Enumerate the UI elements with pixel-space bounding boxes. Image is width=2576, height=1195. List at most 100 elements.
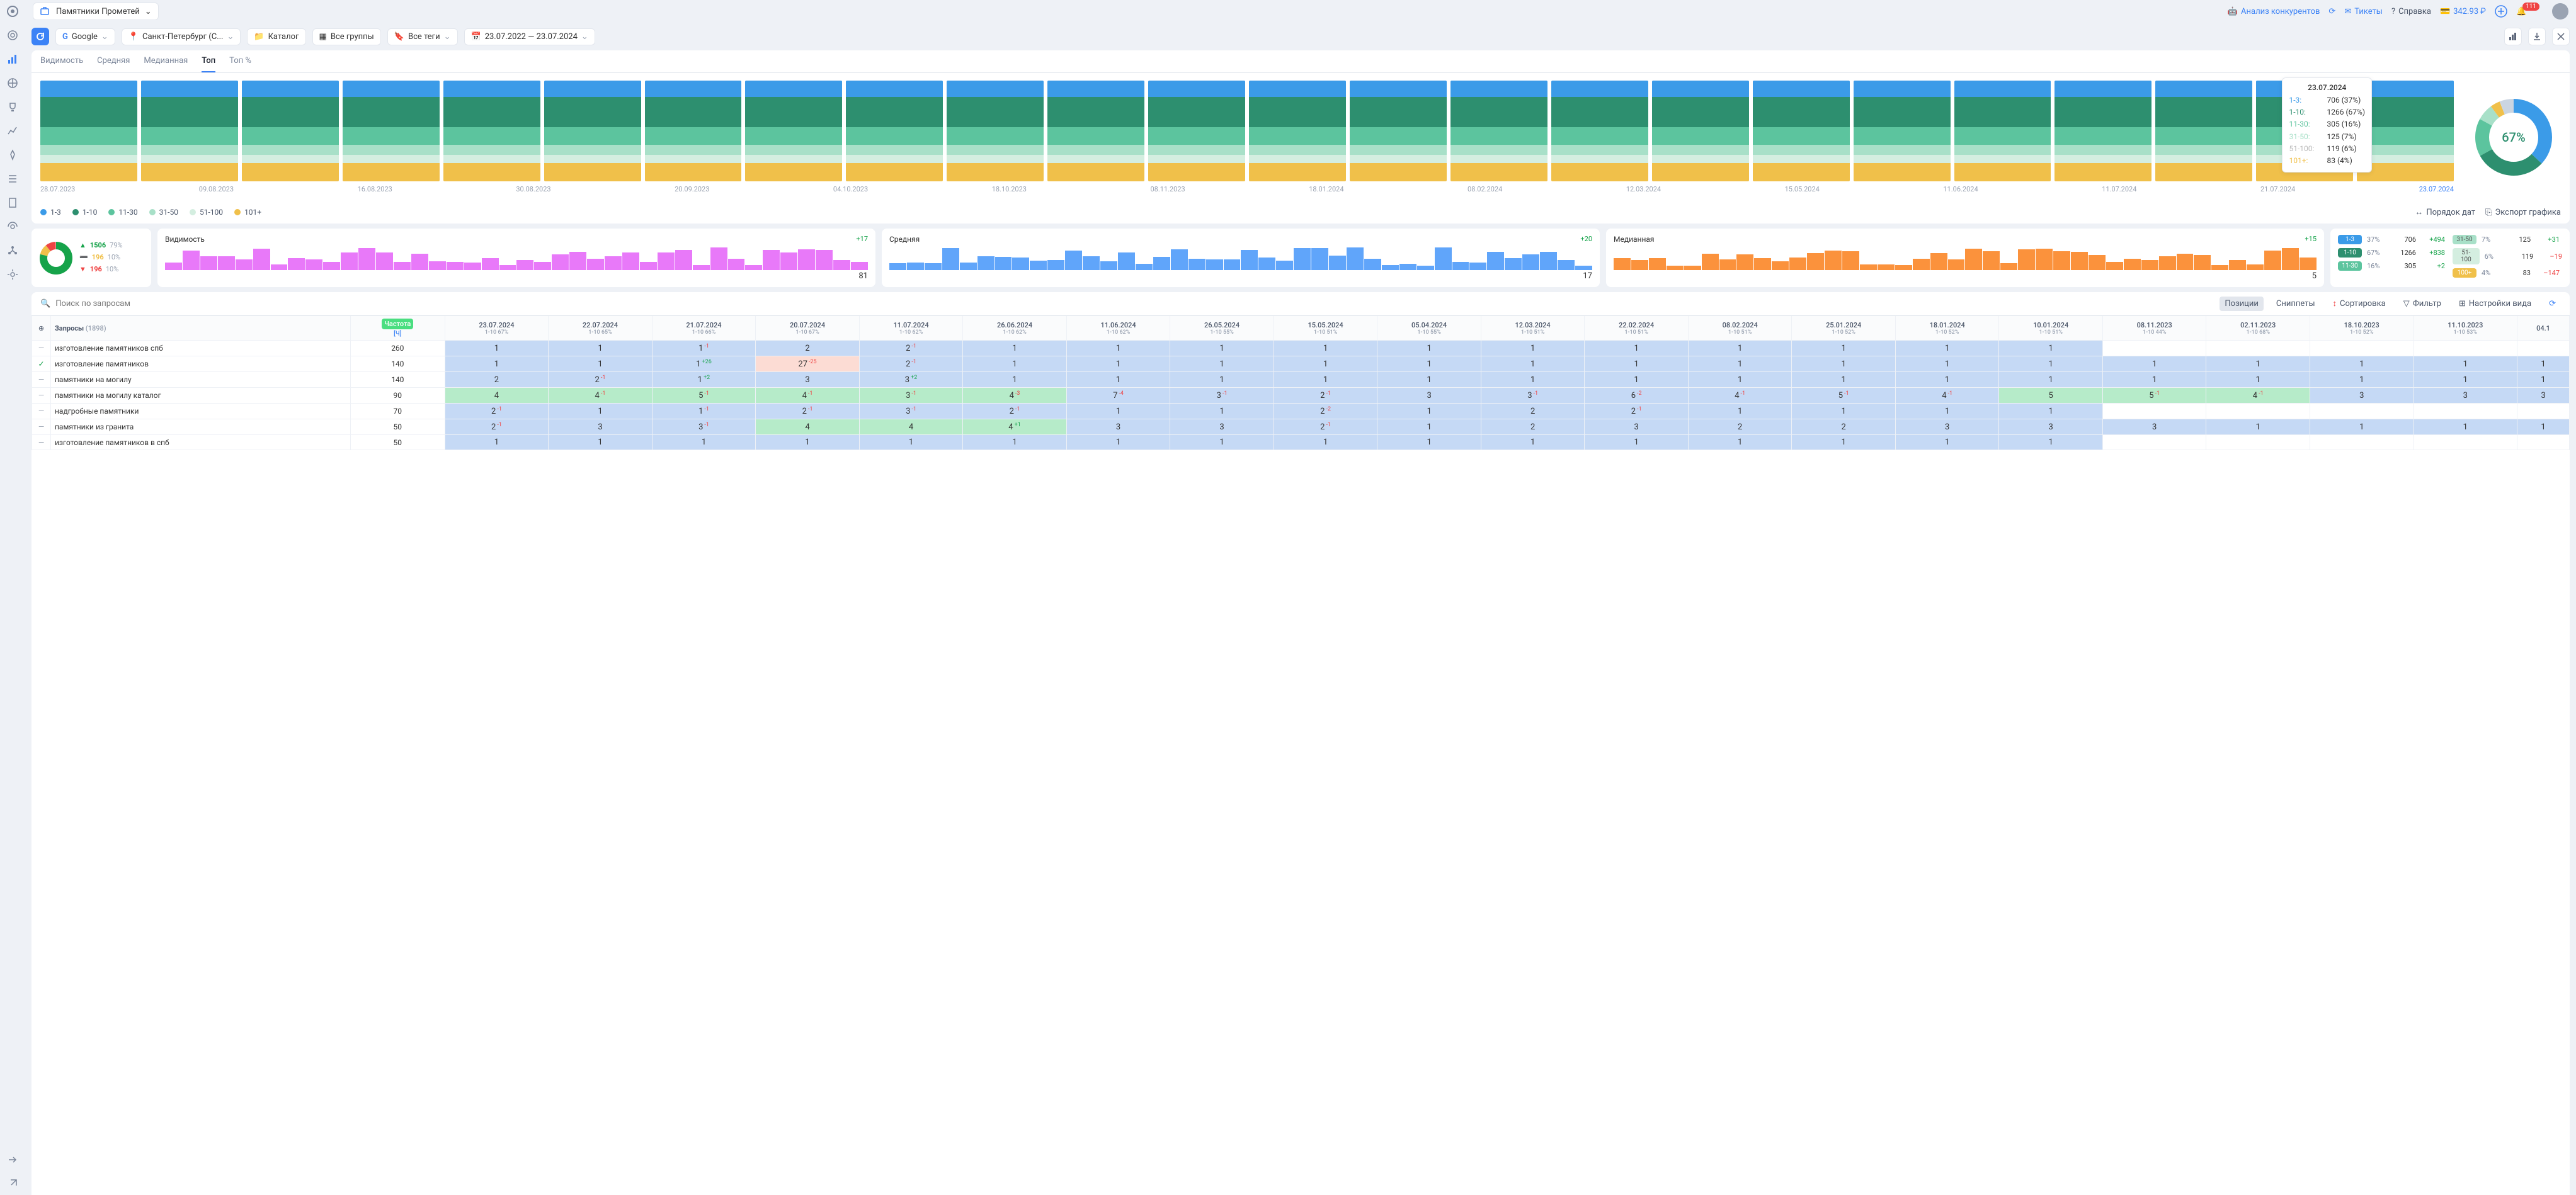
calendar-icon: 📅 xyxy=(471,32,481,42)
bar xyxy=(1652,81,1749,181)
legend-item[interactable]: 101+ xyxy=(234,208,261,217)
rank-row: 1-1067%1266+838 xyxy=(2338,248,2448,258)
metric-tabs: Видимость Средняя Медианная Топ Топ % xyxy=(31,50,2570,73)
engine-selector[interactable]: GGoogle⌄ xyxy=(55,28,115,45)
grid-icon: ▦ xyxy=(319,32,327,42)
table-row[interactable]: ✓изготовление памятников140111+2627-252-… xyxy=(32,356,2570,372)
legend-item[interactable]: 31-50 xyxy=(149,208,178,217)
list-icon[interactable] xyxy=(6,173,19,185)
chevron-down-icon: ⌄ xyxy=(145,7,152,16)
bar xyxy=(745,81,842,181)
wallet-icon: 💳 xyxy=(2440,7,2450,16)
chevron-down-icon: ⌄ xyxy=(227,32,234,42)
bar xyxy=(40,81,137,181)
trophy-icon[interactable] xyxy=(6,101,19,113)
tab-Топ[interactable]: Топ xyxy=(202,50,215,72)
competitors-link[interactable]: 🤖Анализ конкурентов xyxy=(2228,7,2320,16)
sort-button[interactable]: ↕ Сортировка xyxy=(2328,296,2391,311)
pin-icon[interactable] xyxy=(6,149,19,161)
sitemap-icon[interactable] xyxy=(6,244,19,257)
export-chart-button[interactable]: ⎘ Экспорт графика xyxy=(2485,207,2561,217)
snippets-tab[interactable]: Сниппеты xyxy=(2271,297,2320,311)
notif-badge: 111 xyxy=(2522,3,2539,11)
target-icon[interactable] xyxy=(6,29,19,42)
table-row[interactable]: —памятники на могилу14022-11+233+2111111… xyxy=(32,372,2570,388)
kpi-pie-card: ▲ 1506 79%➖ 196 10%▼ 196 10% xyxy=(31,229,151,287)
aperture-icon[interactable] xyxy=(6,77,19,89)
chart-tooltip: 23.07.2024 1-3:706 (37%)1-10:1266 (67%)1… xyxy=(2282,77,2372,173)
rank-row: 51-1006%119–19 xyxy=(2453,248,2562,264)
sync-icon[interactable]: ⟳ xyxy=(2328,7,2335,16)
search-wrap: 🔍 xyxy=(40,299,2212,309)
bar xyxy=(1954,81,2051,181)
catalog-selector[interactable]: 📁Каталог xyxy=(247,28,305,45)
tab-Медианная[interactable]: Медианная xyxy=(144,50,188,72)
analytics-icon[interactable] xyxy=(6,53,19,65)
table-row[interactable]: —изготовление памятников спб260111-122-1… xyxy=(32,341,2570,356)
settings-tool-button[interactable] xyxy=(2552,28,2570,45)
groups-selector[interactable]: ▦Все группы xyxy=(312,28,381,45)
rank-row: 100+4%83–147 xyxy=(2453,268,2562,278)
kpi-cards: ▲ 1506 79%➖ 196 10%▼ 196 10% Видимость+1… xyxy=(31,229,2570,287)
positions-tab[interactable]: Позиции xyxy=(2220,297,2264,311)
topbar: Памятники Прометей ⌄ 🤖Анализ конкурентов… xyxy=(25,0,2576,23)
region-selector[interactable]: 📍Санкт-Петербург (С...⌄ xyxy=(122,28,241,45)
bar xyxy=(544,81,641,181)
avatar[interactable] xyxy=(2552,3,2568,20)
bar xyxy=(1047,81,1144,181)
bar xyxy=(846,81,943,181)
chart-view-button[interactable] xyxy=(2504,28,2522,45)
refresh-table-button[interactable]: ⟳ xyxy=(2544,297,2561,311)
table-row[interactable]: —надгробные памятники702-111-12-13-12-11… xyxy=(32,404,2570,419)
table-toolbar: 🔍 Позиции Сниппеты ↕ Сортировка ▽ Фильтр… xyxy=(31,292,2570,315)
legend-item[interactable]: 1-10 xyxy=(72,208,98,217)
gear-icon[interactable] xyxy=(6,268,19,281)
export-button[interactable] xyxy=(2528,28,2546,45)
expand-icon[interactable] xyxy=(6,1153,19,1166)
table-row[interactable]: —памятники из гранита502-133-1444+1332-1… xyxy=(32,419,2570,435)
date-order-button[interactable]: ↔ Порядок дат xyxy=(2415,207,2475,217)
search-input[interactable] xyxy=(55,299,2212,309)
trend-icon[interactable] xyxy=(6,125,19,137)
location-icon: 📍 xyxy=(128,32,139,42)
spark-card-Медианная: Медианная+155 xyxy=(1606,229,2324,287)
balance[interactable]: 💳342.93 ₽ xyxy=(2440,7,2486,16)
table-row[interactable]: —памятники на могилу каталог9044-15-14-1… xyxy=(32,388,2570,404)
tags-selector[interactable]: 🔖Все теги⌄ xyxy=(387,28,458,45)
tab-Топ %[interactable]: Топ % xyxy=(229,50,251,72)
tab-Средняя[interactable]: Средняя xyxy=(97,50,130,72)
positions-table: ⊕Запросы (1898)Частота[Ч]23.07.20241-10 … xyxy=(31,315,2570,1195)
legend-item[interactable]: 51-100 xyxy=(190,208,223,217)
bar xyxy=(1753,81,1850,181)
external-icon[interactable] xyxy=(6,1177,19,1190)
view-settings-button[interactable]: ⊞ Настройки вида xyxy=(2454,297,2536,311)
notifications[interactable]: 🔔 111 xyxy=(2516,7,2543,16)
bar xyxy=(343,81,440,181)
bar xyxy=(1148,81,1245,181)
help-link[interactable]: ?Справка xyxy=(2391,7,2431,16)
chevron-down-icon: ⌄ xyxy=(581,32,588,42)
spark-card-Средняя: Средняя+2017 xyxy=(882,229,1600,287)
logo-icon[interactable] xyxy=(6,5,19,18)
doc-icon[interactable] xyxy=(6,196,19,209)
stacked-bar-chart: 23.07.2024 1-3:706 (37%)1-10:1266 (67%)1… xyxy=(40,81,2454,181)
robot-icon: 🤖 xyxy=(2228,7,2238,16)
table-row[interactable]: —изготовление памятников в спб5011111111… xyxy=(32,435,2570,450)
chevron-down-icon: ⌄ xyxy=(444,32,451,42)
folder-icon: 📁 xyxy=(254,32,264,42)
filter-button[interactable]: ▽ Фильтр xyxy=(2398,297,2446,311)
x-axis: 28.07.202309.08.202316.08.202330.08.2023… xyxy=(40,185,2454,193)
satellite-icon[interactable] xyxy=(6,220,19,233)
tag-icon: 🔖 xyxy=(394,32,404,42)
add-button[interactable] xyxy=(2495,5,2507,18)
help-icon: ? xyxy=(2391,7,2395,16)
daterange-selector[interactable]: 📅23.07.2022 — 23.07.2024⌄ xyxy=(464,28,595,45)
legend-item[interactable]: 1-3 xyxy=(40,208,61,217)
project-selector[interactable]: Памятники Прометей ⌄ xyxy=(33,3,159,20)
tickets-link[interactable]: ✉Тикеты xyxy=(2344,7,2383,16)
bar xyxy=(443,81,540,181)
refresh-button[interactable] xyxy=(31,28,49,45)
tab-Видимость[interactable]: Видимость xyxy=(40,50,83,72)
target-col-icon: ⊕ xyxy=(38,324,44,332)
legend-item[interactable]: 11-30 xyxy=(108,208,137,217)
